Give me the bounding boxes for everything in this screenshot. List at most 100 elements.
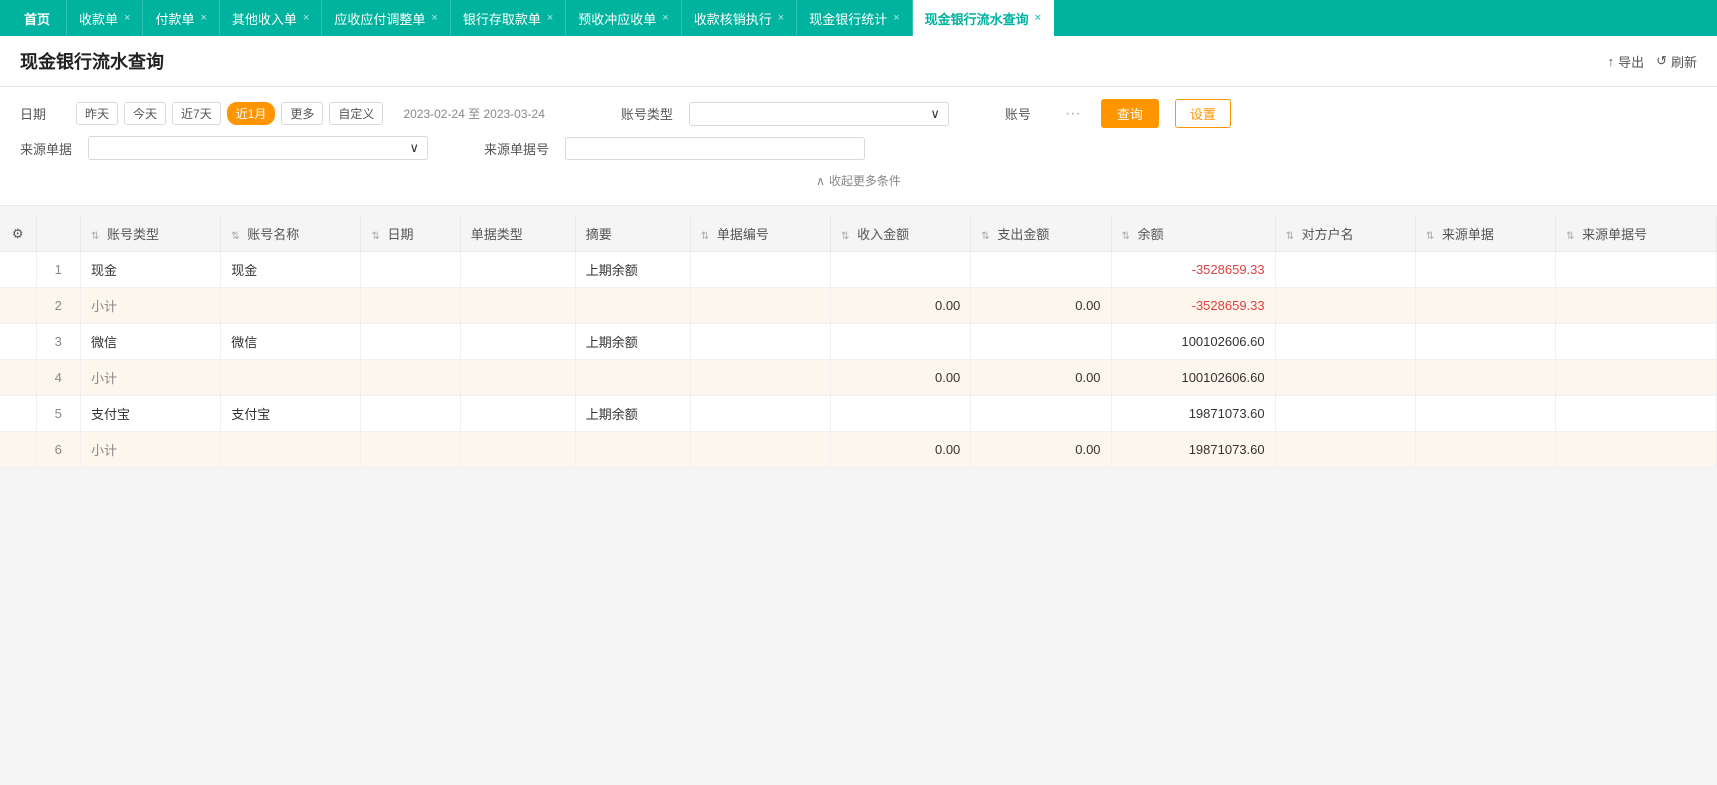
nav-tab-adjustment[interactable]: 应收应付调整单 × [322, 0, 450, 36]
date-label: 日期 [20, 104, 60, 123]
td-account-type: 现金 [80, 252, 220, 288]
date-btn-today[interactable]: 今天 [124, 102, 166, 125]
close-icon[interactable]: × [662, 12, 668, 24]
date-btn-custom[interactable]: 自定义 [329, 102, 383, 125]
th-expense[interactable]: ⇅ 支出金额 [971, 216, 1111, 252]
date-btn-more[interactable]: 更多 [281, 102, 323, 125]
date-btn-yesterday[interactable]: 昨天 [76, 102, 118, 125]
td-account-type: 微信 [80, 324, 220, 360]
source-doc-no-input[interactable] [565, 137, 865, 160]
td-date [361, 396, 460, 432]
header-actions: ↑ 导出 ↺ 刷新 [1608, 52, 1697, 71]
source-doc-select[interactable]: ∨ [88, 136, 428, 160]
td-source-doc-no [1556, 396, 1717, 432]
nav-tab-other-income[interactable]: 其他收入单 × [220, 0, 322, 36]
td-expense: 0.00 [971, 432, 1111, 468]
td-counterpart [1275, 432, 1415, 468]
nav-tab-home[interactable]: 首页 [8, 0, 67, 36]
td-account-type: 支付宝 [80, 396, 220, 432]
td-doc-no [690, 396, 830, 432]
nav-tab-cashflow[interactable]: 现金银行流水查询 × [913, 0, 1054, 36]
th-date[interactable]: ⇅ 日期 [361, 216, 460, 252]
th-counterpart[interactable]: ⇅ 对方户名 [1275, 216, 1415, 252]
td-income: 0.00 [831, 360, 971, 396]
page-title: 现金银行流水查询 [20, 48, 164, 74]
close-icon[interactable]: × [303, 12, 309, 24]
close-icon[interactable]: × [431, 12, 437, 24]
date-options: 昨天 今天 近7天 近1月 更多 自定义 [76, 102, 383, 125]
top-nav: 首页 收款单 × 付款单 × 其他收入单 × 应收应付调整单 × 银行存取款单 … [0, 0, 1717, 36]
td-index: 4 [36, 360, 80, 396]
filter-area: 日期 昨天 今天 近7天 近1月 更多 自定义 2023-02-24 至 202… [0, 87, 1717, 206]
td-doc-type [460, 360, 575, 396]
td-source-doc [1415, 396, 1555, 432]
refresh-button[interactable]: ↺ 刷新 [1656, 52, 1697, 71]
td-balance: 100102606.60 [1111, 360, 1275, 396]
nav-tab-payment[interactable]: 付款单 × [143, 0, 219, 36]
nav-tab-receipt[interactable]: 收款单 × [67, 0, 143, 36]
collapse-bar[interactable]: ∧ 收起更多条件 [20, 168, 1697, 197]
account-dots-button[interactable]: ··· [1061, 105, 1085, 123]
date-btn-1month[interactable]: 近1月 [227, 102, 276, 125]
td-index: 2 [36, 288, 80, 324]
td-gear [0, 252, 36, 288]
td-date [361, 324, 460, 360]
table-row[interactable]: 6 小计 0.00 0.00 19871073.60 [0, 432, 1717, 468]
th-source-doc[interactable]: ⇅ 来源单据 [1415, 216, 1555, 252]
settings-button[interactable]: 设置 [1175, 99, 1231, 128]
table-row[interactable]: 3 微信 微信 上期余额 100102606.60 [0, 324, 1717, 360]
th-doc-type: 单据类型 [460, 216, 575, 252]
nav-tab-stats[interactable]: 现金银行统计 × [797, 0, 912, 36]
td-doc-no [690, 324, 830, 360]
table-area: ⚙ ⇅ 账号类型 ⇅ 账号名称 ⇅ 日期 单据类型 [0, 216, 1717, 468]
close-icon[interactable]: × [778, 12, 784, 24]
nav-tab-collection[interactable]: 收款核销执行 × [682, 0, 797, 36]
gear-icon: ⚙ [12, 226, 24, 241]
td-expense [971, 396, 1111, 432]
td-expense: 0.00 [971, 360, 1111, 396]
td-summary: 上期余额 [575, 252, 690, 288]
td-summary [575, 288, 690, 324]
close-icon[interactable]: × [124, 12, 130, 24]
filter-row-date: 日期 昨天 今天 近7天 近1月 更多 自定义 2023-02-24 至 202… [20, 99, 1697, 128]
td-doc-no [690, 360, 830, 396]
td-balance: 100102606.60 [1111, 324, 1275, 360]
td-doc-type [460, 432, 575, 468]
sort-icon: ⇅ [91, 231, 99, 242]
table-row[interactable]: 2 小计 0.00 0.00 -3528659.33 [0, 288, 1717, 324]
table-row[interactable]: 1 现金 现金 上期余额 -3528659.33 [0, 252, 1717, 288]
th-source-doc-no[interactable]: ⇅ 来源单据号 [1556, 216, 1717, 252]
table-row[interactable]: 4 小计 0.00 0.00 100102606.60 [0, 360, 1717, 396]
th-income[interactable]: ⇅ 收入金额 [831, 216, 971, 252]
close-icon[interactable]: × [893, 12, 899, 24]
td-summary [575, 360, 690, 396]
th-gear[interactable]: ⚙ [0, 216, 36, 252]
th-account-type[interactable]: ⇅ 账号类型 [80, 216, 220, 252]
date-btn-7days[interactable]: 近7天 [172, 102, 221, 125]
source-doc-label: 来源单据 [20, 139, 72, 158]
export-button[interactable]: ↑ 导出 [1608, 52, 1645, 71]
td-account-name [221, 432, 361, 468]
td-source-doc-no [1556, 288, 1717, 324]
th-account-name[interactable]: ⇅ 账号名称 [221, 216, 361, 252]
nav-tab-advance[interactable]: 预收冲应收单 × [566, 0, 681, 36]
table-row[interactable]: 5 支付宝 支付宝 上期余额 19871073.60 [0, 396, 1717, 432]
th-doc-no[interactable]: ⇅ 单据编号 [690, 216, 830, 252]
th-balance[interactable]: ⇅ 余额 [1111, 216, 1275, 252]
filter-row-source: 来源单据 ∨ 来源单据号 [20, 136, 1697, 160]
td-index: 5 [36, 396, 80, 432]
td-account-name [221, 360, 361, 396]
close-icon[interactable]: × [547, 12, 553, 24]
date-range: 2023-02-24 至 2023-03-24 [403, 105, 544, 122]
close-icon[interactable]: × [1035, 12, 1041, 24]
td-summary: 上期余额 [575, 324, 690, 360]
nav-tab-bank-deposit[interactable]: 银行存取款单 × [451, 0, 566, 36]
chevron-up-icon: ∧ [816, 174, 825, 188]
td-expense [971, 252, 1111, 288]
td-index: 3 [36, 324, 80, 360]
td-doc-no [690, 288, 830, 324]
close-icon[interactable]: × [200, 12, 206, 24]
account-type-select[interactable]: ∨ [689, 102, 949, 126]
th-summary: 摘要 [575, 216, 690, 252]
query-button[interactable]: 查询 [1101, 99, 1159, 128]
